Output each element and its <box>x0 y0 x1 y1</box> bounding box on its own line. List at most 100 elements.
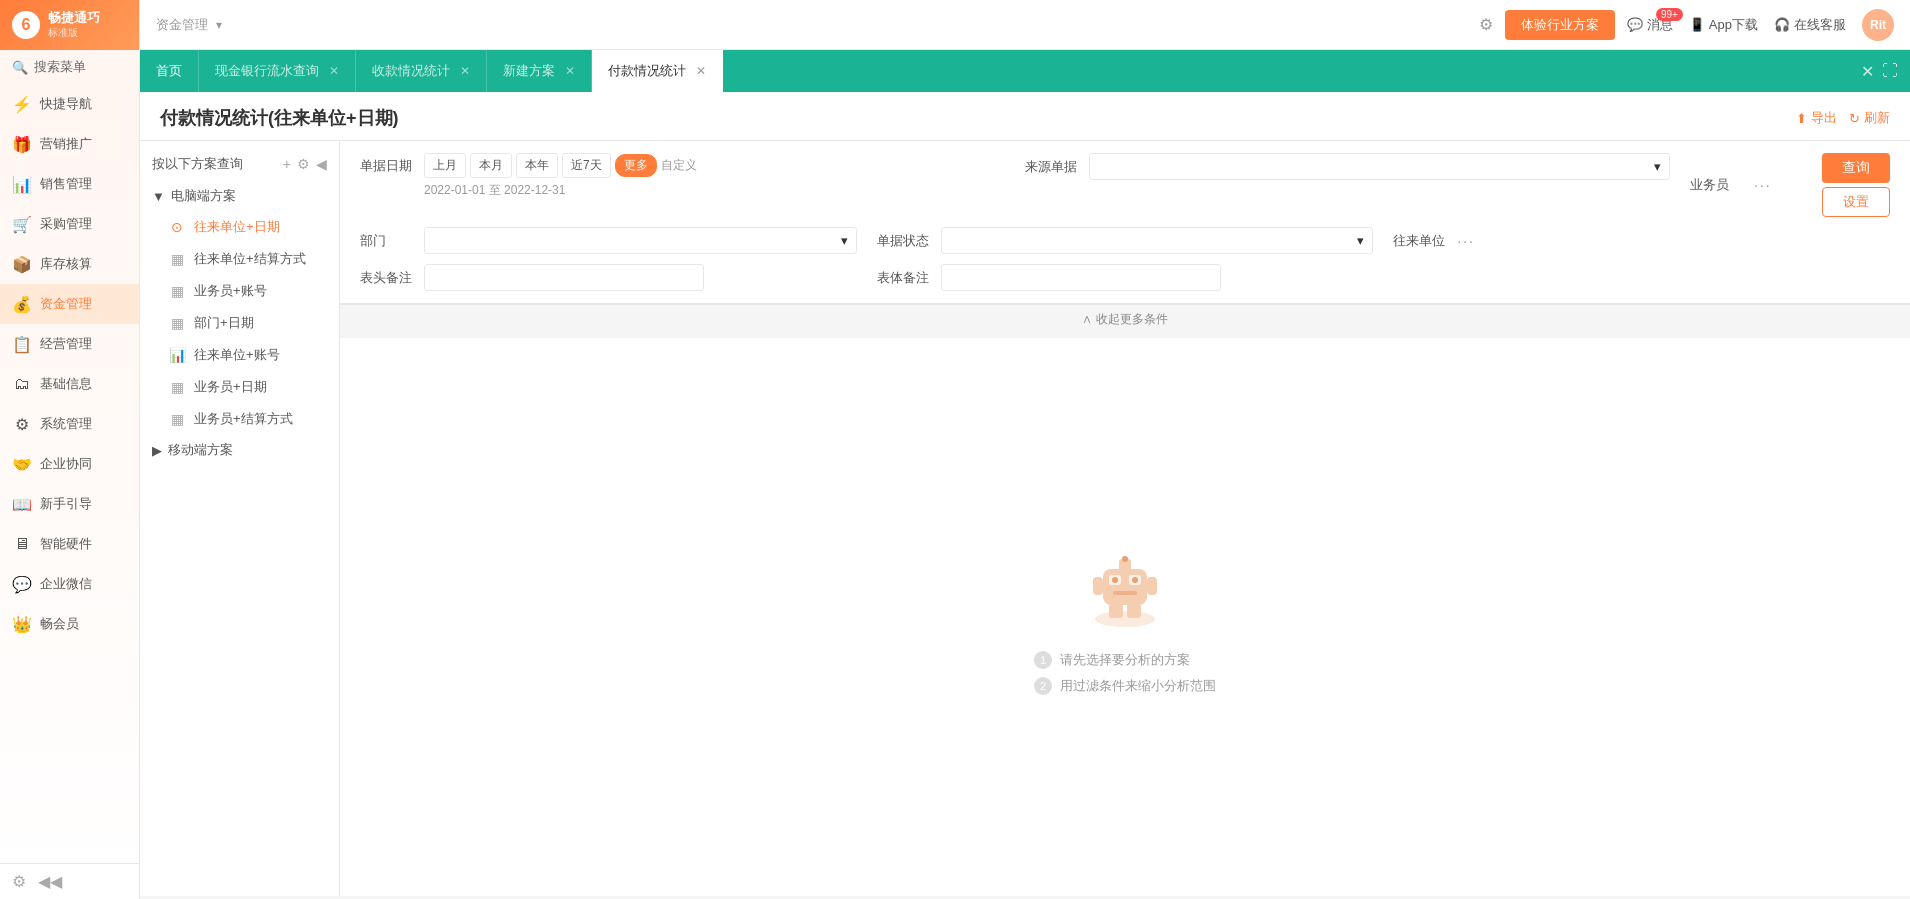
sidebar-nav: ⚡ 快捷导航 🎁 营销推广 📊 销售管理 🛒 采购管理 📦 库存核算 💰 资金管… <box>0 84 139 863</box>
right-area: 单据日期 上月 本月 本年 近7天 更多 自定义 <box>340 141 1910 896</box>
settings-btn[interactable]: 设置 <box>1822 187 1890 217</box>
date-this-year-btn[interactable]: 本年 <box>516 153 558 178</box>
source-select-arrow: ▾ <box>1654 159 1661 174</box>
date-filter-options: 上月 本月 本年 近7天 更多 自定义 2022-01-01 至 2022-12… <box>424 153 697 199</box>
scheme-partner-account[interactable]: 📊 往来单位+账号 <box>140 339 339 371</box>
date-this-month-btn[interactable]: 本月 <box>470 153 512 178</box>
scheme-partner-date[interactable]: ⊙ 往来单位+日期 <box>140 211 339 243</box>
sidebar-logo: 6 畅捷通巧 标准版 <box>0 0 139 50</box>
table-head-note-input[interactable] <box>424 264 704 291</box>
empty-tip-2: 2 用过滤条件来缩小分析范围 <box>1034 677 1216 695</box>
scheme-settings-icon[interactable]: ⚙ <box>297 156 310 172</box>
sidebar-item-marketing[interactable]: 🎁 营销推广 <box>0 124 139 164</box>
scheme-staff-settle-icon: ▦ <box>168 410 186 428</box>
sidebar-item-inventory[interactable]: 📦 库存核算 <box>0 244 139 284</box>
purchase-icon: 🛒 <box>12 214 32 234</box>
svg-rect-10 <box>1147 577 1157 595</box>
maximize-tab-icon[interactable]: ⛶ <box>1882 62 1898 80</box>
scheme-staff-date-icon: ▦ <box>168 378 186 396</box>
mobile-scheme-group[interactable]: ▶ 移动端方案 <box>140 435 339 465</box>
user-avatar[interactable]: Rit <box>1862 9 1894 41</box>
collapse-panel-icon[interactable]: ◀ <box>316 156 327 172</box>
table-head-note-label: 表头备注 <box>360 269 416 287</box>
scheme-staff-settle[interactable]: ▦ 业务员+结算方式 <box>140 403 339 435</box>
dept-select[interactable]: ▾ <box>424 227 857 254</box>
sidebar-item-quick-nav[interactable]: ⚡ 快捷导航 <box>0 84 139 124</box>
collapse-filter-btn[interactable]: ∧ 收起更多条件 <box>340 304 1910 334</box>
breadcrumb-dropdown-icon[interactable]: ▾ <box>216 18 222 32</box>
tab-new-scheme-close[interactable]: ✕ <box>565 64 575 78</box>
export-icon: ⬆ <box>1796 111 1807 126</box>
tab-payment-stat[interactable]: 收款情况统计 ✕ <box>356 50 487 92</box>
table-body-note-input[interactable] <box>941 264 1221 291</box>
sidebar-item-capital[interactable]: 💰 资金管理 <box>0 284 139 324</box>
main-area: 资金管理 ▾ ⚙ 体验行业方案 💬 消息 99+ 📱 App下载 🎧 在线客服 … <box>140 0 1910 899</box>
sidebar-item-guide[interactable]: 📖 新手引导 <box>0 484 139 524</box>
close-tab-icon[interactable]: ✕ <box>1861 62 1874 81</box>
search-menu[interactable]: 🔍 搜索菜单 <box>0 50 139 84</box>
sidebar-item-cooperation[interactable]: 🤝 企业协同 <box>0 444 139 484</box>
partner-dots[interactable]: ··· <box>1457 233 1475 249</box>
staff-dots[interactable]: ··· <box>1754 177 1772 193</box>
capital-icon: 💰 <box>12 294 32 314</box>
sidebar-item-operation[interactable]: 📋 经营管理 <box>0 324 139 364</box>
tab-payment-stat2-close[interactable]: ✕ <box>696 64 706 78</box>
breadcrumb: 资金管理 ▾ <box>156 16 1467 34</box>
tab-new-scheme[interactable]: 新建方案 ✕ <box>487 50 592 92</box>
sidebar-item-hardware[interactable]: 🖥 智能硬件 <box>0 524 139 564</box>
message-btn[interactable]: 💬 消息 99+ <box>1627 16 1673 34</box>
app-icon: 📱 <box>1689 17 1705 32</box>
empty-state: 1 请先选择要分析的方案 2 用过滤条件来缩小分析范围 <box>340 338 1910 896</box>
scheme-staff-account-icon: ▦ <box>168 282 186 300</box>
header-right: 💬 消息 99+ 📱 App下载 🎧 在线客服 Rit <box>1627 9 1894 41</box>
sidebar-item-system[interactable]: ⚙ 系统管理 <box>0 404 139 444</box>
date-last-7days-btn[interactable]: 近7天 <box>562 153 611 178</box>
page-header: 付款情况统计(往来单位+日期) ⬆ 导出 ↻ 刷新 <box>140 92 1910 141</box>
scheme-partner-settle[interactable]: ▦ 往来单位+结算方式 <box>140 243 339 275</box>
tab-actions: ✕ ⛶ <box>1849 50 1910 92</box>
app-download-btn[interactable]: 📱 App下载 <box>1689 16 1758 34</box>
trial-btn[interactable]: 体验行业方案 <box>1505 10 1615 40</box>
bill-status-select[interactable]: ▾ <box>941 227 1374 254</box>
sidebar-item-sales[interactable]: 📊 销售管理 <box>0 164 139 204</box>
left-panel-title: 按以下方案查询 <box>152 155 243 173</box>
source-select[interactable]: ▾ <box>1089 153 1670 180</box>
date-last-month-btn[interactable]: 上月 <box>424 153 466 178</box>
export-btn[interactable]: ⬆ 导出 <box>1796 109 1837 127</box>
sidebar-item-wechat[interactable]: 💬 企业微信 <box>0 564 139 604</box>
collapse-sidebar-icon[interactable]: ◀◀ <box>38 872 62 891</box>
scheme-dept-date[interactable]: ▦ 部门+日期 <box>140 307 339 339</box>
breadcrumb-text: 资金管理 <box>156 16 208 34</box>
svg-rect-11 <box>1109 604 1123 618</box>
sidebar-item-basic[interactable]: 🗂 基础信息 <box>0 364 139 404</box>
settings-bottom-icon[interactable]: ⚙ <box>12 872 26 891</box>
sales-icon: 📊 <box>12 174 32 194</box>
sidebar-item-purchase[interactable]: 🛒 采购管理 <box>0 204 139 244</box>
tab-home[interactable]: 首页 <box>140 50 199 92</box>
refresh-btn[interactable]: ↻ 刷新 <box>1849 109 1890 127</box>
system-icon: ⚙ <box>12 414 32 434</box>
header-settings-icon[interactable]: ⚙ <box>1479 15 1493 34</box>
query-btn[interactable]: 查询 <box>1822 153 1890 183</box>
scheme-staff-date[interactable]: ▦ 业务员+日期 <box>140 371 339 403</box>
sidebar-item-member[interactable]: 👑 畅会员 <box>0 604 139 644</box>
online-service-btn[interactable]: 🎧 在线客服 <box>1774 16 1846 34</box>
date-more-btn[interactable]: 更多 <box>615 154 657 177</box>
page-header-actions: ⬆ 导出 ↻ 刷新 <box>1796 109 1890 127</box>
scheme-partner-date-icon: ⊙ <box>168 218 186 236</box>
tab-payment-stat2[interactable]: 付款情况统计 ✕ <box>592 50 723 92</box>
tab-payment-stat-close[interactable]: ✕ <box>460 64 470 78</box>
add-scheme-icon[interactable]: + <box>283 156 291 172</box>
svg-rect-1 <box>1103 569 1147 605</box>
date-custom-label[interactable]: 自定义 <box>661 157 697 174</box>
scheme-partner-account-icon: 📊 <box>168 346 186 364</box>
dept-filter-label: 部门 <box>360 232 416 250</box>
dept-select-arrow: ▾ <box>841 233 848 248</box>
tab-cash-flow[interactable]: 现金银行流水查询 ✕ <box>199 50 356 92</box>
desktop-scheme-group[interactable]: ▼ 电脑端方案 <box>140 181 339 211</box>
svg-point-0 <box>1095 611 1155 627</box>
scheme-staff-account[interactable]: ▦ 业务员+账号 <box>140 275 339 307</box>
tab-cash-flow-close[interactable]: ✕ <box>329 64 339 78</box>
page-content: 付款情况统计(往来单位+日期) ⬆ 导出 ↻ 刷新 按以下方案查询 + <box>140 92 1910 899</box>
message-badge: 99+ <box>1656 8 1683 21</box>
